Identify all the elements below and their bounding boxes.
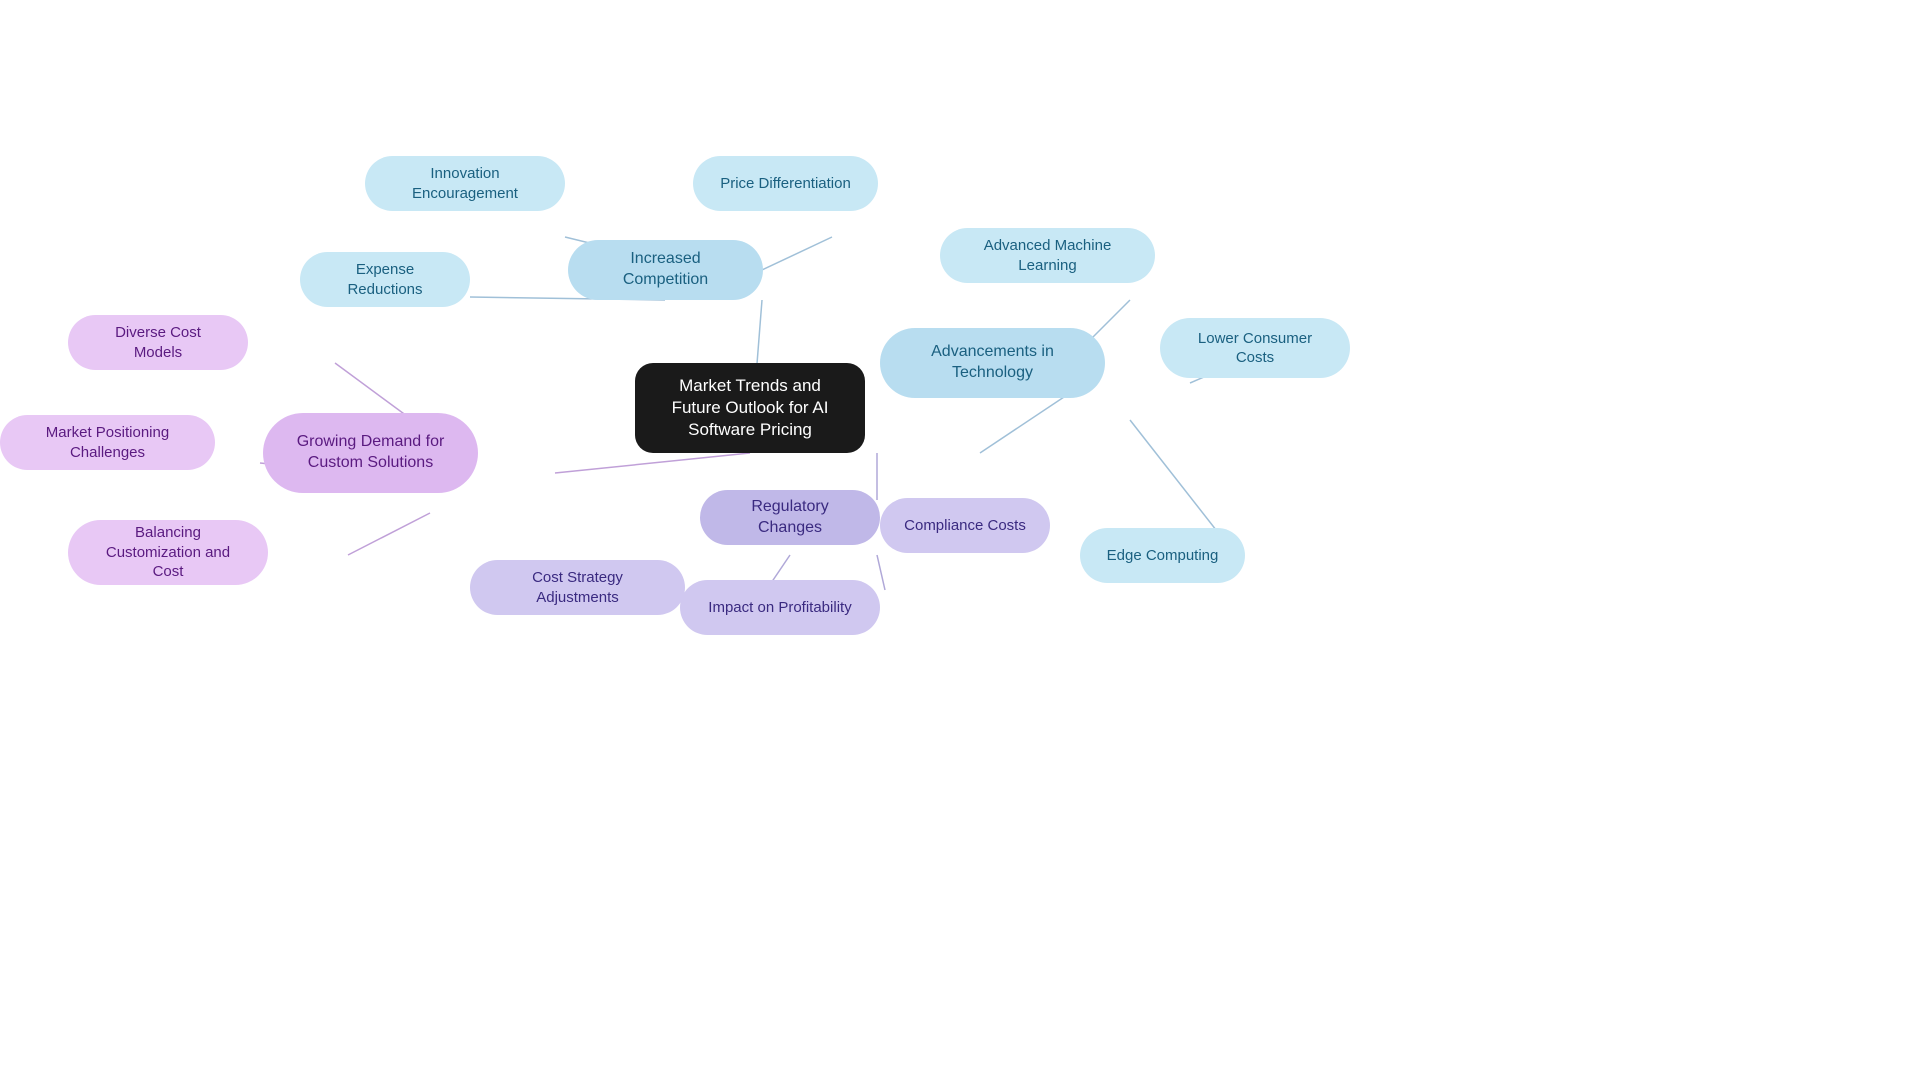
node-advancements-tech: Advancements in Technology	[880, 328, 1105, 398]
node-balancing-customization: Balancing Customization and Cost	[68, 520, 268, 585]
center-node: Market Trends and Future Outlook for AI …	[635, 363, 865, 453]
node-regulatory-changes: Regulatory Changes	[700, 490, 880, 545]
node-compliance-costs: Compliance Costs	[880, 498, 1050, 553]
node-impact-profitability: Impact on Profitability	[680, 580, 880, 635]
node-cost-strategy: Cost Strategy Adjustments	[470, 560, 685, 615]
node-price-differentiation: Price Differentiation	[693, 156, 878, 211]
node-diverse-cost-models: Diverse Cost Models	[68, 315, 248, 370]
node-lower-consumer-costs: Lower Consumer Costs	[1160, 318, 1350, 378]
node-innovation-encouragement: Innovation Encouragement	[365, 156, 565, 211]
node-increased-competition: Increased Competition	[568, 240, 763, 300]
node-expense-reductions: Expense Reductions	[300, 252, 470, 307]
node-market-positioning: Market Positioning Challenges	[0, 415, 215, 470]
node-advanced-ml: Advanced Machine Learning	[940, 228, 1155, 283]
node-edge-computing: Edge Computing	[1080, 528, 1245, 583]
node-growing-demand: Growing Demand for Custom Solutions	[263, 413, 478, 493]
